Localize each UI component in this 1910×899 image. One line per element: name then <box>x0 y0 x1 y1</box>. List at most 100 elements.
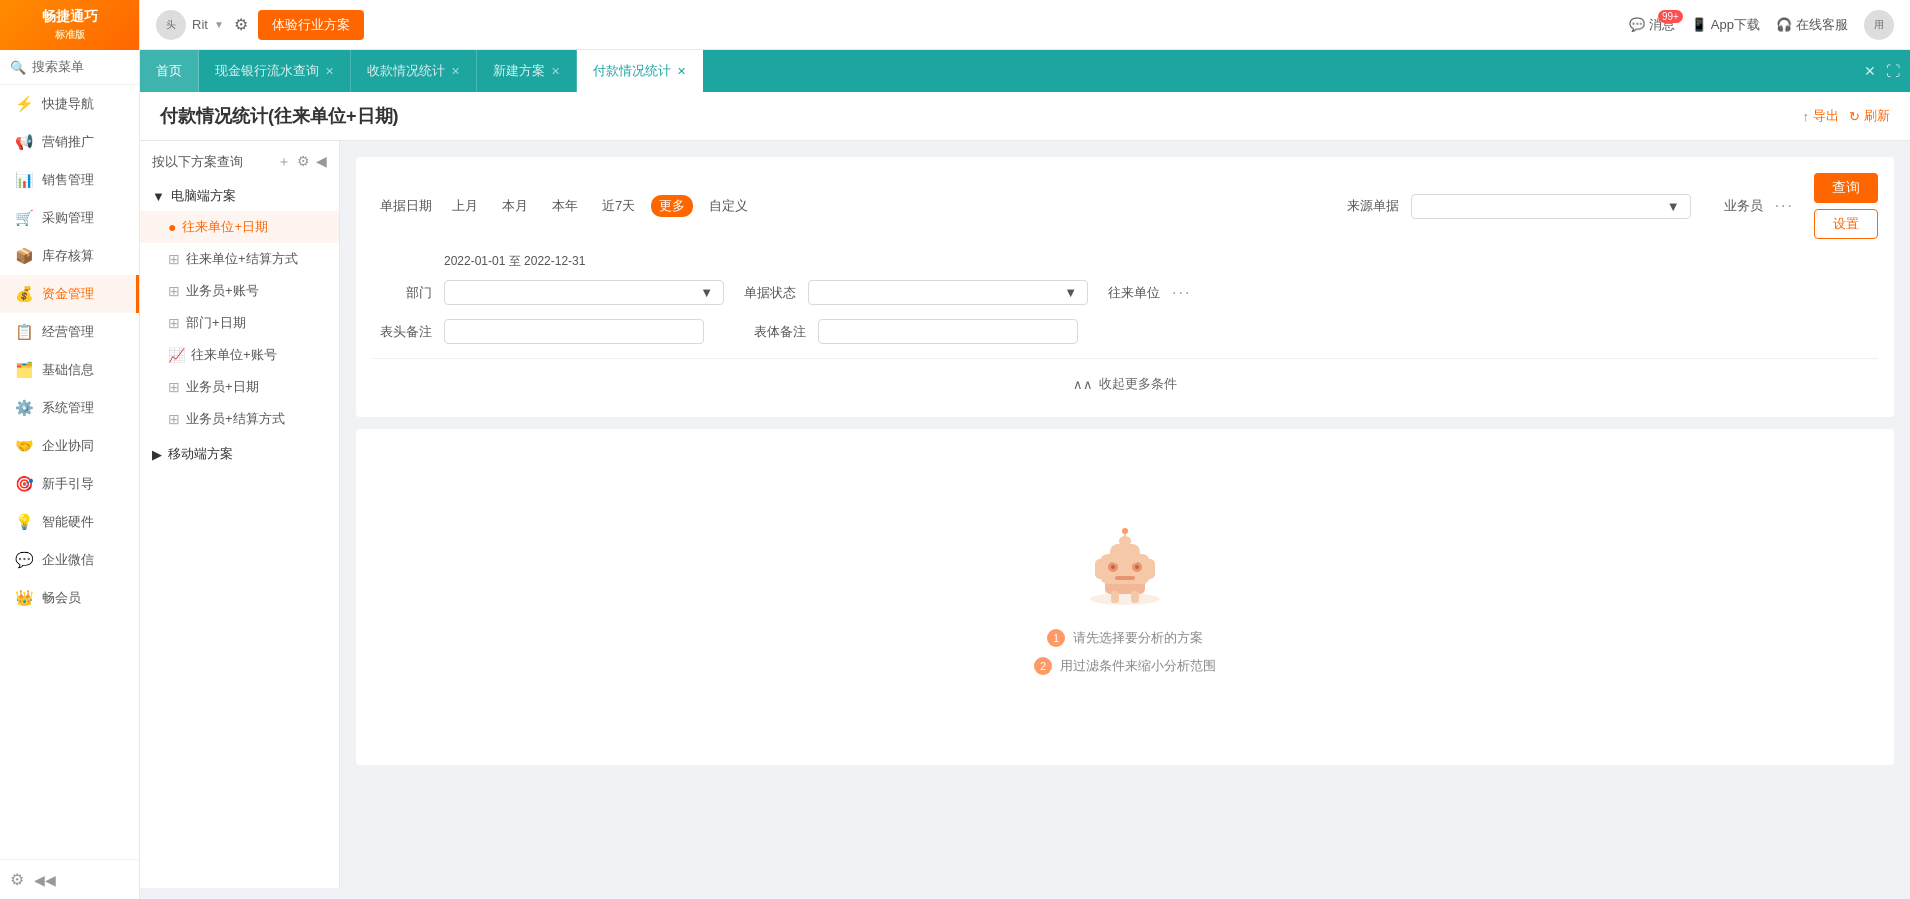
desktop-group-arrow-icon: ▼ <box>152 189 165 204</box>
sidebar-item-sales[interactable]: 📊 销售管理 <box>0 161 139 199</box>
logo-sub: 标准版 <box>42 28 98 42</box>
guide-icon: 🎯 <box>14 475 34 493</box>
tab-receipt-stats-close[interactable]: ✕ <box>451 65 460 78</box>
header-gear-icon[interactable]: ⚙ <box>234 15 248 34</box>
scheme-item-label: 往来单位+账号 <box>191 346 277 364</box>
status-select[interactable]: ▼ <box>808 280 1088 305</box>
sidebar-item-guide[interactable]: 🎯 新手引导 <box>0 465 139 503</box>
message-item[interactable]: 💬 消息 99+ <box>1629 16 1675 34</box>
sidebar-item-system[interactable]: ⚙️ 系统管理 <box>0 389 139 427</box>
scheme-item-salesman-date[interactable]: ⊞ 业务员+日期 <box>140 371 339 403</box>
tab-close-all-icon[interactable]: ✕ <box>1864 63 1876 79</box>
user-avatar[interactable]: 用 <box>1864 10 1894 40</box>
svg-rect-7 <box>1115 576 1135 580</box>
wechat-icon: 💬 <box>14 551 34 569</box>
panel-settings-icon[interactable]: ⚙ <box>297 153 310 171</box>
collapse-sidebar-icon[interactable]: ◀◀ <box>34 872 56 888</box>
date-option-7days[interactable]: 近7天 <box>594 195 643 217</box>
date-option-custom[interactable]: 自定义 <box>701 195 756 217</box>
app-download-item[interactable]: 📱 App下载 <box>1691 16 1760 34</box>
scheme-item-counterpart-date[interactable]: ● 往来单位+日期 <box>140 211 339 243</box>
user-dropdown-arrow[interactable]: ▼ <box>214 19 224 30</box>
export-icon: ↑ <box>1803 109 1810 124</box>
date-filter-content: 上月 本月 本年 近7天 更多 自定义 <box>444 195 1327 217</box>
scheme-item-dept-date[interactable]: ⊞ 部门+日期 <box>140 307 339 339</box>
sidebar-item-wechat[interactable]: 💬 企业微信 <box>0 541 139 579</box>
sidebar-item-operation[interactable]: 📋 经营管理 <box>0 313 139 351</box>
date-option-this-month[interactable]: 本月 <box>494 195 536 217</box>
scheme-item-salesman-account[interactable]: ⊞ 业务员+账号 <box>140 275 339 307</box>
trial-button[interactable]: 体验行业方案 <box>258 10 364 40</box>
refresh-button[interactable]: ↻ 刷新 <box>1849 107 1890 125</box>
tab-payment-stats-close[interactable]: ✕ <box>677 65 686 78</box>
sidebar-item-hardware[interactable]: 💡 智能硬件 <box>0 503 139 541</box>
empty-state: 1 请先选择要分析的方案 2 用过滤条件来缩小分析范围 <box>376 449 1874 745</box>
tab-home[interactable]: 首页 <box>140 50 199 92</box>
export-button[interactable]: ↑ 导出 <box>1803 107 1840 125</box>
right-panel: 单据日期 上月 本月 本年 近7天 更多 自定义 来源单据 <box>340 141 1910 888</box>
scheme-item-label: 部门+日期 <box>186 314 246 332</box>
sidebar-item-purchase[interactable]: 🛒 采购管理 <box>0 199 139 237</box>
tab-payment-stats[interactable]: 付款情况统计 ✕ <box>577 50 703 92</box>
panel-collapse-icon[interactable]: ◀ <box>316 153 327 171</box>
new-scheme-tab-label: 新建方案 <box>493 62 545 80</box>
salesman-dots[interactable]: ··· <box>1775 197 1794 215</box>
header-left: 头 Rit ▼ ⚙ 体验行业方案 <box>156 10 364 40</box>
svg-rect-12 <box>1110 544 1140 564</box>
svg-rect-14 <box>1119 537 1131 545</box>
dept-dropdown-icon: ▼ <box>700 285 713 300</box>
step-2-text: 用过滤条件来缩小分析范围 <box>1060 657 1216 675</box>
sidebar-item-label: 营销推广 <box>42 133 94 151</box>
date-option-more[interactable]: 更多 <box>651 195 693 217</box>
tab-new-scheme[interactable]: 新建方案 ✕ <box>477 50 577 92</box>
counterpart-settle-icon: ⊞ <box>168 251 180 267</box>
tab-bank-flow-close[interactable]: ✕ <box>325 65 334 78</box>
header-remark-input[interactable] <box>444 319 704 344</box>
basic-icon: 🗂️ <box>14 361 34 379</box>
tab-expand-icon[interactable]: ⛶ <box>1886 63 1900 79</box>
tab-bank-flow[interactable]: 现金银行流水查询 ✕ <box>199 50 351 92</box>
date-option-this-year[interactable]: 本年 <box>544 195 586 217</box>
tab-new-scheme-close[interactable]: ✕ <box>551 65 560 78</box>
scheme-item-label: 业务员+日期 <box>186 378 259 396</box>
sidebar-search[interactable]: 🔍 搜索菜单 <box>0 50 139 85</box>
sidebar-item-member[interactable]: 👑 畅会员 <box>0 579 139 617</box>
sidebar-item-enterprise[interactable]: 🤝 企业协同 <box>0 427 139 465</box>
sidebar-item-finance[interactable]: 💰 资金管理 <box>0 275 139 313</box>
settings-bottom-icon[interactable]: ⚙ <box>10 870 24 889</box>
settings-button[interactable]: 设置 <box>1814 209 1878 239</box>
sidebar-item-marketing[interactable]: 📢 营销推广 <box>0 123 139 161</box>
scheme-group-header-desktop[interactable]: ▼ 电脑端方案 <box>140 181 339 211</box>
filter-row-2: 部门 ▼ 单据状态 ▼ 往来单位 ··· <box>372 280 1878 305</box>
mobile-group-label: 移动端方案 <box>168 445 233 463</box>
scheme-group-desktop: ▼ 电脑端方案 ● 往来单位+日期 ⊞ 往来单位+结算方式 ⊞ 业务员+账号 <box>140 181 339 435</box>
dept-date-icon: ⊞ <box>168 315 180 331</box>
date-option-last-month[interactable]: 上月 <box>444 195 486 217</box>
page-header-actions: ↑ 导出 ↻ 刷新 <box>1803 107 1891 125</box>
sidebar-item-label: 快捷导航 <box>42 95 94 113</box>
sidebar-item-label: 新手引导 <box>42 475 94 493</box>
purchase-icon: 🛒 <box>14 209 34 227</box>
sidebar-item-label: 库存核算 <box>42 247 94 265</box>
scheme-group-header-mobile[interactable]: ▶ 移动端方案 <box>140 439 339 469</box>
scheme-item-counterpart-account[interactable]: 📈 往来单位+账号 <box>140 339 339 371</box>
collapse-filter-button[interactable]: ∧∧ 收起更多条件 <box>1065 367 1185 401</box>
dept-select[interactable]: ▼ <box>444 280 724 305</box>
sidebar-item-quick-nav[interactable]: ⚡ 快捷导航 <box>0 85 139 123</box>
sidebar-item-inventory[interactable]: 📦 库存核算 <box>0 237 139 275</box>
panel-add-icon[interactable]: ＋ <box>277 153 291 171</box>
counterpart-dots[interactable]: ··· <box>1172 284 1191 302</box>
body-remark-input[interactable] <box>818 319 1078 344</box>
receipt-stats-tab-label: 收款情况统计 <box>367 62 445 80</box>
sidebar-item-label: 经营管理 <box>42 323 94 341</box>
source-select[interactable]: ▼ <box>1411 194 1691 219</box>
scheme-item-label: 业务员+账号 <box>186 282 259 300</box>
sidebar-item-basic[interactable]: 🗂️ 基础信息 <box>0 351 139 389</box>
tab-receipt-stats[interactable]: 收款情况统计 ✕ <box>351 50 477 92</box>
source-select-value <box>1422 199 1426 214</box>
marketing-icon: 📢 <box>14 133 34 151</box>
scheme-item-counterpart-settle[interactable]: ⊞ 往来单位+结算方式 <box>140 243 339 275</box>
service-item[interactable]: 🎧 在线客服 <box>1776 16 1848 34</box>
query-button[interactable]: 查询 <box>1814 173 1878 203</box>
scheme-item-salesman-settle[interactable]: ⊞ 业务员+结算方式 <box>140 403 339 435</box>
